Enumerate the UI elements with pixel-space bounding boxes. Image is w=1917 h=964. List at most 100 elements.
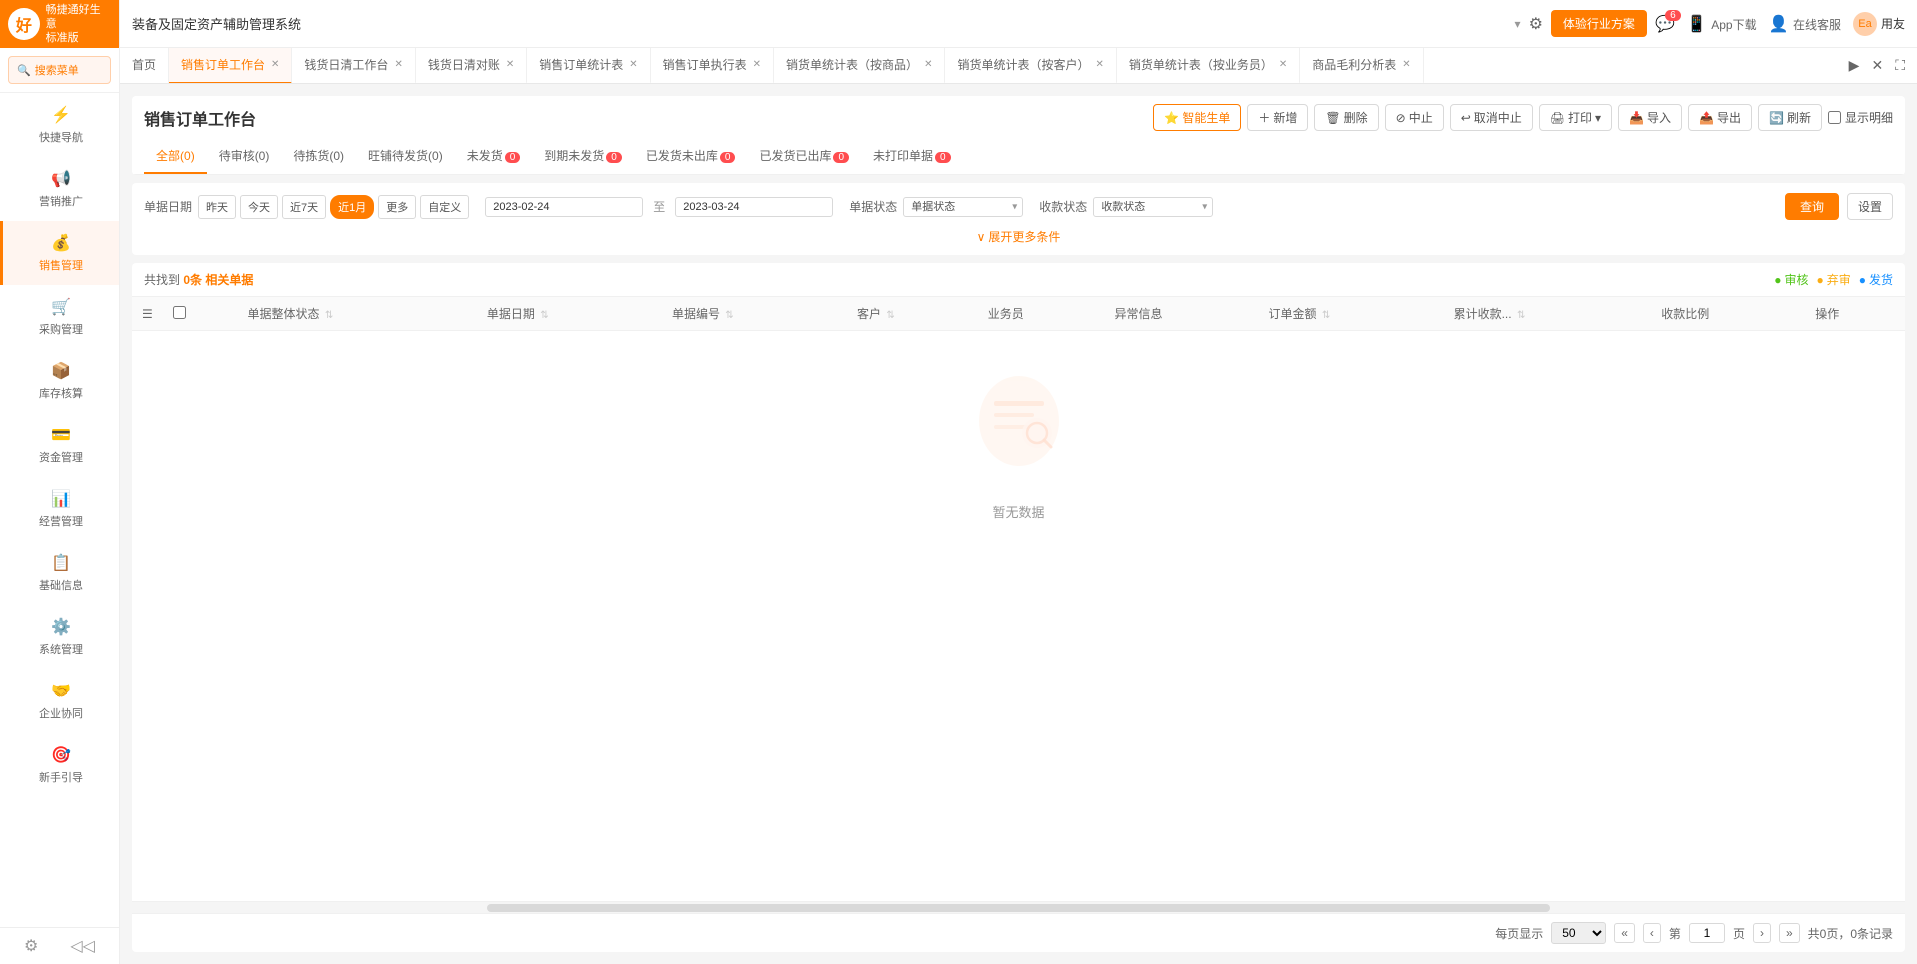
tab-gross-margin[interactable]: 商品毛利分析表 ✕ <box>1300 48 1423 84</box>
tab-close-sales-stats-customer-icon[interactable]: ✕ <box>1095 59 1103 70</box>
th-checkbox-col[interactable] <box>163 297 238 331</box>
online-service-button[interactable]: 👤 在线客服 <box>1769 14 1841 34</box>
last-page-button[interactable]: » <box>1779 923 1800 943</box>
query-button[interactable]: 查询 <box>1785 193 1839 220</box>
sidebar-nav-marketing[interactable]: 📢 营销推广 <box>0 157 119 221</box>
sidebar-nav-quick[interactable]: ⚡ 快捷导航 <box>0 93 119 157</box>
message-button[interactable]: 💬 6 <box>1655 14 1675 34</box>
date-shortcut-7days[interactable]: 近7天 <box>282 195 326 219</box>
date-shortcut-custom[interactable]: 自定义 <box>420 195 469 219</box>
search-settings-button[interactable]: 设置 <box>1847 193 1893 220</box>
table-scroll[interactable]: ☰ 单据整体状态 ⇅ 单据日期 ⇅ <box>132 297 1905 901</box>
first-page-button[interactable]: « <box>1614 923 1635 943</box>
horizontal-scrollbar[interactable] <box>132 901 1905 913</box>
sidebar-nav-basic-info[interactable]: 📋 基础信息 <box>0 541 119 605</box>
print-button[interactable]: 🖨 打印 ▾ <box>1539 104 1612 131</box>
sidebar-nav-sales[interactable]: 💰 销售管理 <box>0 221 119 285</box>
sidebar-settings-btn[interactable]: ⚙ <box>24 936 38 956</box>
tab-more-button[interactable]: ▶ <box>1845 55 1864 76</box>
add-button[interactable]: ＋ 新增 <box>1247 104 1308 131</box>
next-page-button[interactable]: › <box>1753 923 1771 943</box>
tab-sales-order-stats[interactable]: 销售订单统计表 ✕ <box>527 48 650 84</box>
search-menu-button[interactable]: 🔍 搜索菜单 <box>8 56 111 84</box>
tab-close-all-button[interactable]: ✕ <box>1867 55 1887 76</box>
page-number-input[interactable] <box>1689 923 1725 943</box>
sidebar-nav-inventory[interactable]: 📦 库存核算 <box>0 349 119 413</box>
date-separator: 至 <box>653 198 665 215</box>
filter-tab-pending-pickup[interactable]: 待拣货(0) <box>281 139 356 174</box>
industry-solution-button[interactable]: 体验行业方案 <box>1551 10 1647 37</box>
user-menu[interactable]: Ea 用友 <box>1853 12 1905 36</box>
sidebar-nav-guide[interactable]: 🎯 新手引导 <box>0 733 119 797</box>
bulk-deliver-button[interactable]: ● 发货 <box>1859 271 1893 288</box>
filter-tab-shipped-out[interactable]: 已发货已出库0 <box>747 139 861 174</box>
bulk-audit-button[interactable]: ● 审核 <box>1774 271 1808 288</box>
stop-button[interactable]: ⊘ 中止 <box>1385 104 1444 131</box>
sidebar-collapse-btn[interactable]: ◁◁ <box>70 936 95 956</box>
date-shortcut-yesterday[interactable]: 昨天 <box>198 195 236 219</box>
tab-sales-stats-by-staff[interactable]: 销货单统计表（按业务员） ✕ <box>1117 48 1300 84</box>
export-button[interactable]: 📤 导出 <box>1688 104 1752 131</box>
filter-tab-expired[interactable]: 到期未发货0 <box>532 139 634 174</box>
tab-cash-reconcile[interactable]: 钱货日清对账 ✕ <box>416 48 527 84</box>
tab-close-cash-reconcile-icon[interactable]: ✕ <box>506 59 514 70</box>
date-shortcut-1month[interactable]: 近1月 <box>330 195 374 219</box>
show-detail-input[interactable] <box>1828 111 1841 124</box>
record-unit: 条 <box>190 273 202 287</box>
date-shortcut-more[interactable]: 更多 <box>378 195 416 219</box>
th-settings[interactable]: ☰ <box>132 297 163 331</box>
date-to-input[interactable] <box>675 197 833 217</box>
sidebar-nav-operation[interactable]: 📊 经营管理 <box>0 477 119 541</box>
tab-home[interactable]: 首页 <box>120 48 169 84</box>
cancel-stop-button[interactable]: ↩ 取消中止 <box>1450 104 1533 131</box>
filter-tab-shipped-not-out[interactable]: 已发货未出库0 <box>634 139 748 174</box>
tab-sales-order-exec[interactable]: 销售订单执行表 ✕ <box>651 48 774 84</box>
tab-close-sales-stats-staff-icon[interactable]: ✕ <box>1279 59 1287 70</box>
expand-more-button[interactable]: ∨ 展开更多条件 <box>977 228 1061 245</box>
tab-cash-daily[interactable]: 钱货日清工作台 ✕ <box>292 48 415 84</box>
tab-close-icon[interactable]: ✕ <box>271 59 279 70</box>
date-from-input[interactable] <box>485 197 643 217</box>
status-select[interactable]: 单据状态 <box>903 197 1023 217</box>
tab-close-sales-order-exec-icon[interactable]: ✕ <box>753 59 761 70</box>
select-all-checkbox[interactable] <box>173 306 186 319</box>
tab-close-sales-order-stats-icon[interactable]: ✕ <box>629 59 637 70</box>
sort-status-icon[interactable]: ⇅ <box>325 310 333 321</box>
tab-sales-stats-by-customer[interactable]: 销货单统计表（按客户） ✕ <box>945 48 1116 84</box>
sidebar-nav-enterprise[interactable]: 🤝 企业协同 <box>0 669 119 733</box>
per-page-select[interactable]: 50 10 20 100 <box>1551 922 1606 944</box>
tab-close-gross-margin-icon[interactable]: ✕ <box>1402 59 1410 70</box>
sort-collected-icon[interactable]: ⇅ <box>1517 310 1525 321</box>
filter-tab-not-printed[interactable]: 未打印单据0 <box>861 139 963 174</box>
smart-create-button[interactable]: ⭐ 智能生单 <box>1153 104 1241 131</box>
sidebar-nav-purchase[interactable]: 🛒 采购管理 <box>0 285 119 349</box>
filter-tab-wangpu[interactable]: 旺铺待发货(0) <box>356 139 455 174</box>
tab-fullscreen-button[interactable]: ⛶ <box>1891 55 1909 76</box>
import-button[interactable]: 📥 导入 <box>1618 104 1682 131</box>
sort-date-icon[interactable]: ⇅ <box>540 310 548 321</box>
tab-close-cash-daily-icon[interactable]: ✕ <box>394 59 402 70</box>
topbar-dropdown-icon[interactable]: ▾ <box>1515 17 1521 31</box>
topbar-settings-icon[interactable]: ⚙ <box>1529 14 1543 34</box>
prev-page-button[interactable]: ‹ <box>1643 923 1661 943</box>
tab-sales-stats-by-product[interactable]: 销货单统计表（按商品） ✕ <box>774 48 945 84</box>
bulk-cancel-audit-button[interactable]: ● 弃审 <box>1816 271 1850 288</box>
sidebar-nav-system[interactable]: ⚙️ 系统管理 <box>0 605 119 669</box>
tab-sales-order-workspace[interactable]: 销售订单工作台 ✕ <box>169 48 292 84</box>
date-shortcut-today[interactable]: 今天 <box>240 195 278 219</box>
filter-tab-all[interactable]: 全部(0) <box>144 139 207 174</box>
app-download-button[interactable]: 📱 App下载 <box>1687 14 1757 34</box>
payment-select[interactable]: 收款状态 <box>1093 197 1213 217</box>
tab-close-sales-stats-product-icon[interactable]: ✕ <box>924 59 932 70</box>
sidebar-nav-finance[interactable]: 💳 资金管理 <box>0 413 119 477</box>
sort-customer-icon[interactable]: ⇅ <box>886 310 894 321</box>
refresh-button[interactable]: 🔄 刷新 <box>1758 104 1822 131</box>
filter-tab-pending-audit[interactable]: 待审核(0) <box>207 139 282 174</box>
show-detail-toggle[interactable]: 显示明细 <box>1828 109 1893 126</box>
filter-tab-not-shipped[interactable]: 未发货0 <box>455 139 533 174</box>
col-settings-icon[interactable]: ☰ <box>142 307 153 321</box>
sidebar-search[interactable]: 🔍 搜索菜单 <box>0 48 119 93</box>
sort-amount-icon[interactable]: ⇅ <box>1322 310 1330 321</box>
sort-number-icon[interactable]: ⇅ <box>725 310 733 321</box>
delete-button[interactable]: 🗑 删除 <box>1314 104 1378 131</box>
